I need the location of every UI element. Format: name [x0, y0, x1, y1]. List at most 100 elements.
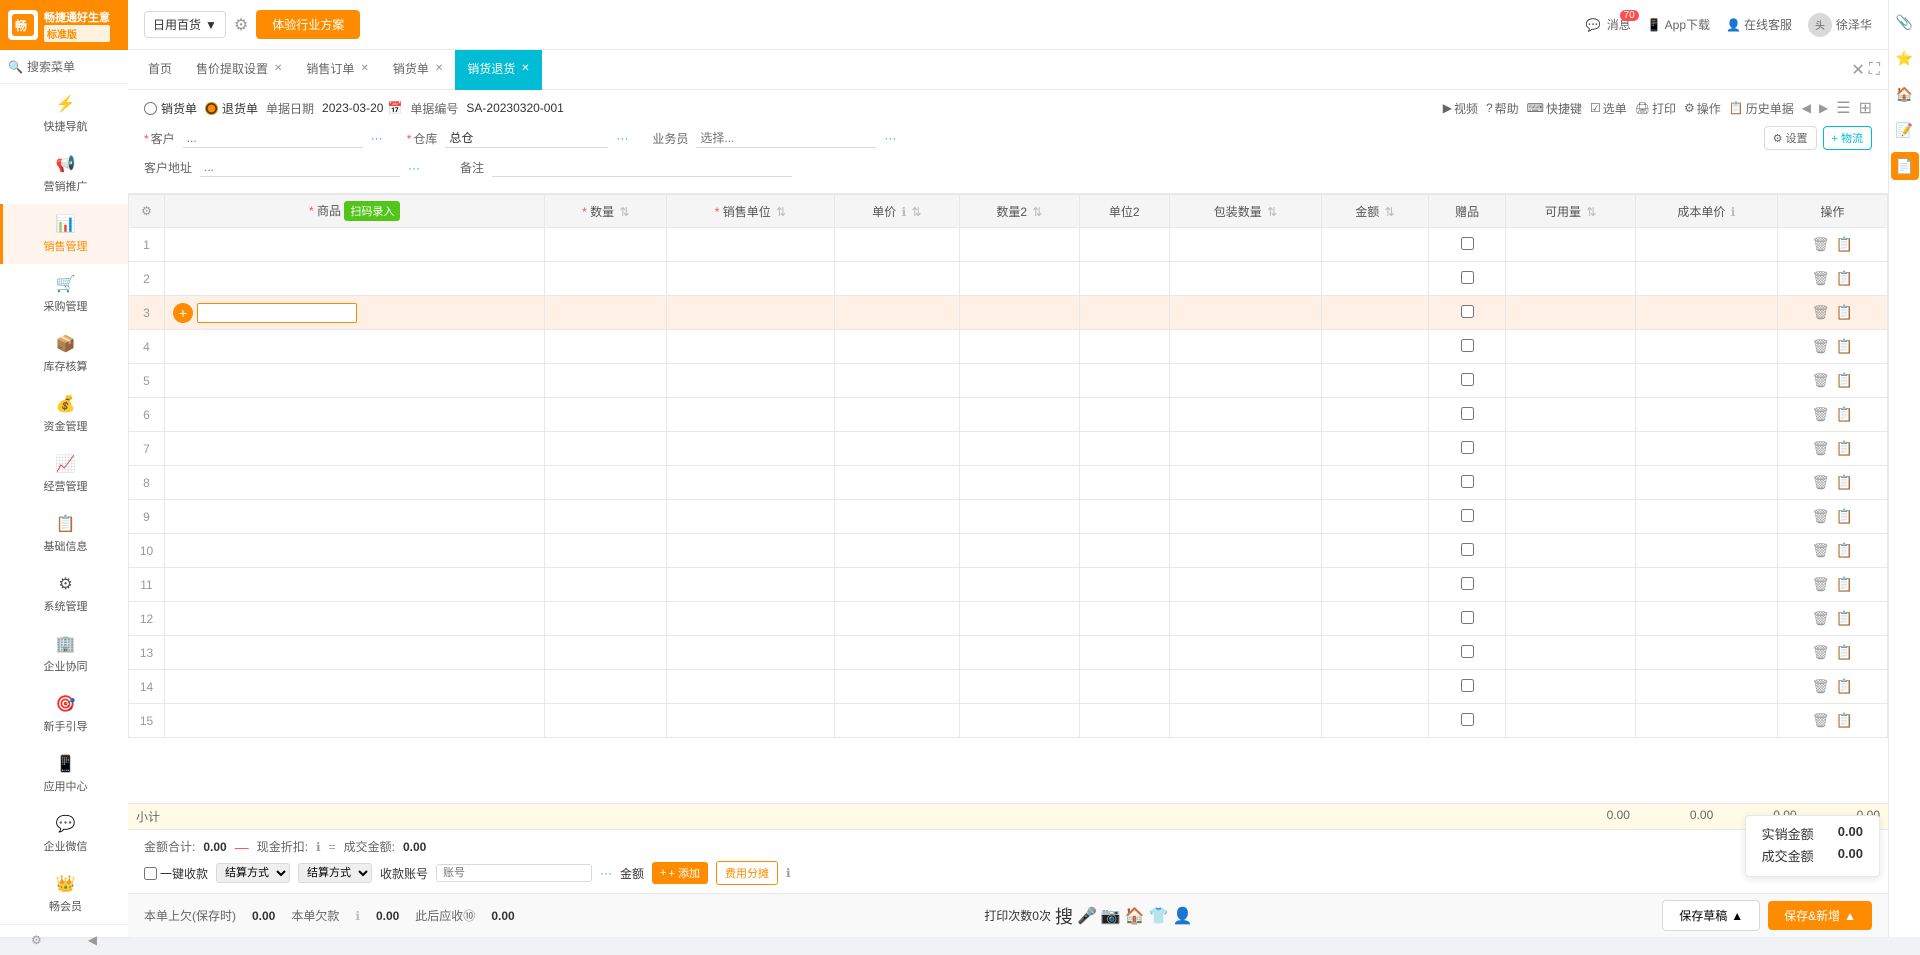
tab-price-setting[interactable]: 售价提取设置 ✕	[184, 50, 294, 90]
cam-icon[interactable]: 📷	[1101, 906, 1121, 926]
copy-icon[interactable]: 📋	[1836, 712, 1853, 729]
gift-checkbox[interactable]	[1461, 339, 1474, 352]
delete-icon[interactable]: 🗑	[1812, 406, 1830, 423]
available-cell[interactable]	[1506, 602, 1635, 636]
cost-price-cell[interactable]	[1635, 296, 1777, 330]
right-panel-icon-4[interactable]: 📝	[1891, 116, 1919, 144]
sales-unit-sort-icon[interactable]: ⇅	[776, 205, 786, 219]
qty2-sort-icon[interactable]: ⇅	[1032, 205, 1042, 219]
amount-sort-icon[interactable]: ⇅	[1385, 205, 1395, 219]
cost-price-cell[interactable]	[1635, 534, 1777, 568]
shirt-icon[interactable]: 👕	[1149, 906, 1169, 926]
gift-cell[interactable]	[1428, 670, 1506, 704]
tab-price-setting-close[interactable]: ✕	[274, 63, 282, 74]
qty-cell[interactable]	[545, 602, 667, 636]
available-cell[interactable]	[1506, 228, 1635, 262]
experience-btn[interactable]: 体验行业方案	[256, 10, 360, 39]
tab-sales-return-close[interactable]: ✕	[521, 63, 529, 74]
unit-price-cell[interactable]	[834, 228, 960, 262]
delete-icon[interactable]: 🗑	[1812, 542, 1830, 559]
available-cell[interactable]	[1506, 330, 1635, 364]
cost-price-cell[interactable]	[1635, 364, 1777, 398]
pack-qty-cell[interactable]	[1169, 636, 1321, 670]
sidebar-item-appstore[interactable]: 📱 应用中心	[0, 744, 128, 804]
sidebar-item-inventory[interactable]: 📦 库存核算	[0, 324, 128, 384]
qty-cell[interactable]	[545, 670, 667, 704]
sales-unit-cell[interactable]	[667, 704, 834, 738]
unit2-cell[interactable]	[1079, 568, 1169, 602]
tab-sales-order-close[interactable]: ✕	[360, 63, 368, 74]
logistics-button[interactable]: + 物流	[1823, 126, 1872, 150]
delete-icon[interactable]: 🗑	[1812, 712, 1830, 729]
unit-price-cell[interactable]	[834, 296, 960, 330]
gift-cell[interactable]	[1428, 432, 1506, 466]
sidebar-item-system[interactable]: ⚙ 系统管理	[0, 564, 128, 624]
list-view-icon[interactable]: ☰	[1836, 98, 1850, 118]
cost-price-cell[interactable]	[1635, 398, 1777, 432]
save-new-btn[interactable]: 保存&新增 ▲	[1768, 901, 1872, 930]
gift-checkbox[interactable]	[1461, 509, 1474, 522]
sidebar-item-marketing[interactable]: 📢 营销推广	[0, 144, 128, 204]
qty-cell[interactable]	[545, 228, 667, 262]
history-btn[interactable]: 📋 历史单据	[1729, 100, 1794, 117]
user-icon[interactable]: 👤	[1173, 906, 1193, 926]
qty2-cell[interactable]	[960, 364, 1079, 398]
available-cell[interactable]	[1506, 704, 1635, 738]
gift-cell[interactable]	[1428, 636, 1506, 670]
gift-cell[interactable]	[1428, 398, 1506, 432]
doc-date-field[interactable]: 2023-03-20 📅	[322, 101, 402, 115]
gift-cell[interactable]	[1428, 228, 1506, 262]
copy-icon[interactable]: 📋	[1836, 474, 1853, 491]
sidebar-item-guide[interactable]: 🎯 新手引导	[0, 684, 128, 744]
one-click-payment-input[interactable]	[144, 867, 157, 880]
sidebar-item-shortcut[interactable]: ⚡ 快捷导航	[0, 84, 128, 144]
amount-cell[interactable]	[1322, 296, 1429, 330]
sidebar-item-wechat[interactable]: 💬 企业微信	[0, 804, 128, 864]
copy-icon[interactable]: 📋	[1836, 678, 1853, 695]
account-input[interactable]	[436, 864, 592, 882]
unit-price-info-icon[interactable]: ℹ	[902, 205, 907, 219]
scan-btn[interactable]: 扫码录入	[344, 201, 400, 221]
unit2-cell[interactable]	[1079, 432, 1169, 466]
amount-cell[interactable]	[1322, 704, 1429, 738]
add-row-btn[interactable]: +	[173, 303, 193, 323]
qty2-cell[interactable]	[960, 636, 1079, 670]
amount-cell[interactable]	[1322, 500, 1429, 534]
unit2-cell[interactable]	[1079, 398, 1169, 432]
qty-cell[interactable]	[545, 534, 667, 568]
goods-cell[interactable]	[165, 432, 545, 466]
sales-unit-cell[interactable]	[667, 602, 834, 636]
close-all-icon[interactable]: ✕	[1851, 60, 1864, 80]
account-dots[interactable]: ···	[600, 866, 612, 880]
cost-price-info-icon[interactable]: ℹ	[1731, 205, 1736, 219]
topbar-gear-icon[interactable]: ⚙	[234, 15, 248, 35]
cost-price-cell[interactable]	[1635, 432, 1777, 466]
tab-home[interactable]: 首页	[136, 50, 184, 90]
tab-sales-return[interactable]: 销货退货 ✕	[455, 50, 541, 90]
amount-cell[interactable]	[1322, 364, 1429, 398]
copy-icon[interactable]: 📋	[1836, 270, 1853, 287]
gift-checkbox[interactable]	[1461, 645, 1474, 658]
sidebar-item-operation[interactable]: 📈 经营管理	[0, 444, 128, 504]
copy-icon[interactable]: 📋	[1836, 644, 1853, 661]
copy-icon[interactable]: 📋	[1836, 610, 1853, 627]
pack-qty-cell[interactable]	[1169, 704, 1321, 738]
gift-checkbox[interactable]	[1461, 577, 1474, 590]
gift-checkbox[interactable]	[1461, 713, 1474, 726]
amount-cell[interactable]	[1322, 636, 1429, 670]
gift-checkbox[interactable]	[1461, 271, 1474, 284]
nav-prev-icon[interactable]: ◀	[1802, 101, 1811, 115]
goods-cell[interactable]	[165, 704, 545, 738]
amount-cell[interactable]	[1322, 398, 1429, 432]
qty-cell[interactable]	[545, 500, 667, 534]
discount-info-icon[interactable]: ℹ	[316, 840, 321, 854]
pack-qty-cell[interactable]	[1169, 228, 1321, 262]
unit2-cell[interactable]	[1079, 262, 1169, 296]
unit2-cell[interactable]	[1079, 228, 1169, 262]
remark-input[interactable]	[492, 158, 792, 177]
sidebar-item-basic[interactable]: 📋 基础信息	[0, 504, 128, 564]
sales-unit-cell[interactable]	[667, 262, 834, 296]
available-cell[interactable]	[1506, 670, 1635, 704]
gift-cell[interactable]	[1428, 364, 1506, 398]
tab-sales-delivery-close[interactable]: ✕	[435, 63, 443, 74]
